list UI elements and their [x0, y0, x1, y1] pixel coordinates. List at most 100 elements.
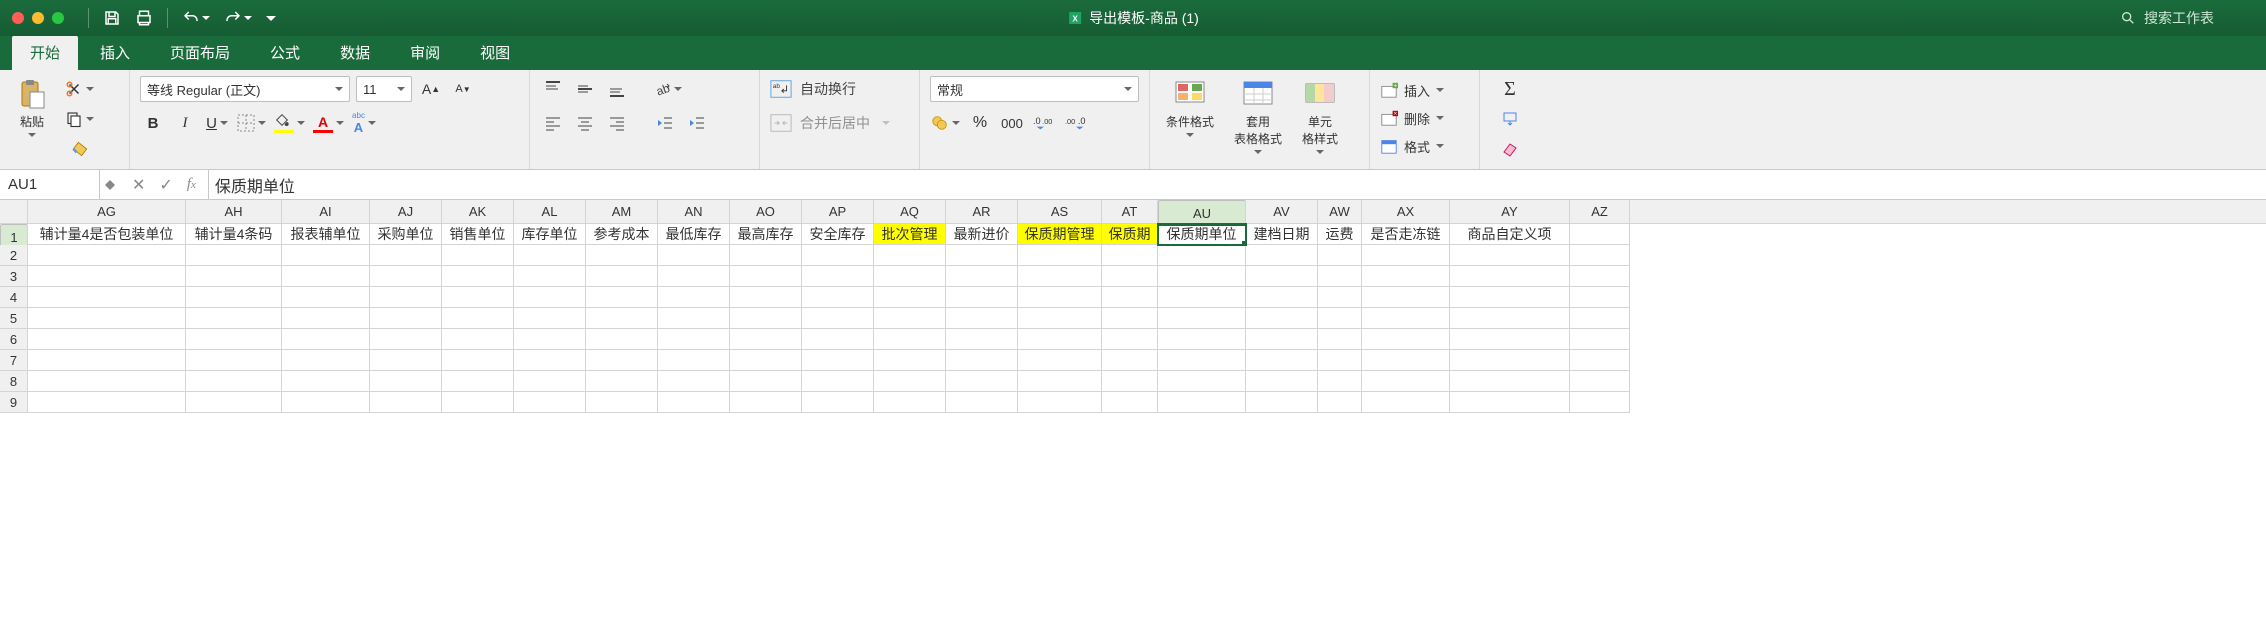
cell-AZ6[interactable] — [1570, 329, 1630, 350]
cell-AL7[interactable] — [514, 350, 586, 371]
col-header-AY[interactable]: AY — [1450, 200, 1570, 223]
cell-AH9[interactable] — [186, 392, 282, 413]
cell-AZ9[interactable] — [1570, 392, 1630, 413]
cell-AP8[interactable] — [802, 371, 874, 392]
cell-AL4[interactable] — [514, 287, 586, 308]
col-header-AR[interactable]: AR — [946, 200, 1018, 223]
cell-AO4[interactable] — [730, 287, 802, 308]
cell-AT7[interactable] — [1102, 350, 1158, 371]
cell-AG6[interactable] — [28, 329, 186, 350]
cell-AQ5[interactable] — [874, 308, 946, 329]
cell-AL5[interactable] — [514, 308, 586, 329]
cell-AT8[interactable] — [1102, 371, 1158, 392]
cell-AW9[interactable] — [1318, 392, 1362, 413]
cell-AM8[interactable] — [586, 371, 658, 392]
cell-AX8[interactable] — [1362, 371, 1450, 392]
cell-AK8[interactable] — [442, 371, 514, 392]
cell-styles-button[interactable]: 单元 格样式 — [1296, 76, 1344, 160]
cell-AR7[interactable] — [946, 350, 1018, 371]
cell-AQ9[interactable] — [874, 392, 946, 413]
cell-AM2[interactable] — [586, 245, 658, 266]
cell-AU8[interactable] — [1158, 371, 1246, 392]
cell-AX4[interactable] — [1362, 287, 1450, 308]
cell-AK4[interactable] — [442, 287, 514, 308]
cell-AW2[interactable] — [1318, 245, 1362, 266]
insert-cells-button[interactable]: + 插入 — [1380, 76, 1469, 104]
autosum-button[interactable]: Σ — [1490, 76, 1530, 102]
search-box[interactable] — [2120, 9, 2252, 27]
decrease-font-button[interactable]: A▼ — [450, 76, 476, 102]
cell-AT6[interactable] — [1102, 329, 1158, 350]
conditional-format-button[interactable]: 条件格式 — [1160, 76, 1220, 160]
cell-AJ8[interactable] — [370, 371, 442, 392]
col-header-AI[interactable]: AI — [282, 200, 370, 223]
cell-AS2[interactable] — [1018, 245, 1102, 266]
cell-AH5[interactable] — [186, 308, 282, 329]
cell-AP6[interactable] — [802, 329, 874, 350]
zoom-window-button[interactable] — [52, 12, 64, 24]
cell-AJ2[interactable] — [370, 245, 442, 266]
cell-AY8[interactable] — [1450, 371, 1570, 392]
col-header-AZ[interactable]: AZ — [1570, 200, 1630, 223]
cell-AZ4[interactable] — [1570, 287, 1630, 308]
cell-AO3[interactable] — [730, 266, 802, 287]
cell-AG8[interactable] — [28, 371, 186, 392]
col-header-AT[interactable]: AT — [1102, 200, 1158, 223]
cell-AX9[interactable] — [1362, 392, 1450, 413]
cell-AG3[interactable] — [28, 266, 186, 287]
cell-AZ8[interactable] — [1570, 371, 1630, 392]
decrease-decimal-button[interactable]: .00.0 — [1063, 110, 1089, 136]
cell-AR6[interactable] — [946, 329, 1018, 350]
cell-AI5[interactable] — [282, 308, 370, 329]
align-middle-button[interactable] — [572, 76, 598, 102]
cell-AM5[interactable] — [586, 308, 658, 329]
cell-AN1[interactable]: 最低库存 — [658, 224, 730, 245]
cell-AS1[interactable]: 保质期管理 — [1018, 224, 1102, 245]
cell-AT3[interactable] — [1102, 266, 1158, 287]
cell-AG9[interactable] — [28, 392, 186, 413]
format-painter-button[interactable] — [64, 136, 95, 162]
cell-AT4[interactable] — [1102, 287, 1158, 308]
italic-button[interactable]: I — [172, 110, 198, 136]
copy-button[interactable] — [64, 106, 95, 132]
row-header-4[interactable]: 4 — [0, 287, 28, 308]
cell-AY7[interactable] — [1450, 350, 1570, 371]
cell-AK5[interactable] — [442, 308, 514, 329]
cell-AS4[interactable] — [1018, 287, 1102, 308]
cell-AR5[interactable] — [946, 308, 1018, 329]
cell-AQ4[interactable] — [874, 287, 946, 308]
col-header-AQ[interactable]: AQ — [874, 200, 946, 223]
cell-AJ4[interactable] — [370, 287, 442, 308]
cell-AN8[interactable] — [658, 371, 730, 392]
col-header-AJ[interactable]: AJ — [370, 200, 442, 223]
cell-AT5[interactable] — [1102, 308, 1158, 329]
cell-AN4[interactable] — [658, 287, 730, 308]
cell-AG5[interactable] — [28, 308, 186, 329]
cell-AS6[interactable] — [1018, 329, 1102, 350]
search-input[interactable] — [2142, 9, 2252, 27]
fill-color-button[interactable] — [273, 110, 306, 136]
tab-开始[interactable]: 开始 — [12, 35, 78, 70]
cell-AP1[interactable]: 安全库存 — [802, 224, 874, 245]
cell-AR1[interactable]: 最新进价 — [946, 224, 1018, 245]
cell-AO5[interactable] — [730, 308, 802, 329]
tab-数据[interactable]: 数据 — [322, 35, 388, 70]
phonetic-button[interactable]: abcA — [351, 110, 377, 136]
bold-button[interactable]: B — [140, 110, 166, 136]
cell-AQ2[interactable] — [874, 245, 946, 266]
cell-AZ1[interactable] — [1570, 224, 1630, 245]
tab-页面布局[interactable]: 页面布局 — [152, 35, 248, 70]
cell-AV8[interactable] — [1246, 371, 1318, 392]
font-size-select[interactable]: 11 — [356, 76, 412, 102]
borders-button[interactable] — [236, 110, 267, 136]
cell-AK7[interactable] — [442, 350, 514, 371]
cell-AL8[interactable] — [514, 371, 586, 392]
cell-AN2[interactable] — [658, 245, 730, 266]
cell-AY3[interactable] — [1450, 266, 1570, 287]
col-header-AU[interactable]: AU — [1158, 200, 1246, 226]
col-header-AS[interactable]: AS — [1018, 200, 1102, 223]
save-icon[interactable] — [103, 9, 121, 27]
cell-AQ3[interactable] — [874, 266, 946, 287]
cell-AV6[interactable] — [1246, 329, 1318, 350]
align-top-button[interactable] — [540, 76, 566, 102]
